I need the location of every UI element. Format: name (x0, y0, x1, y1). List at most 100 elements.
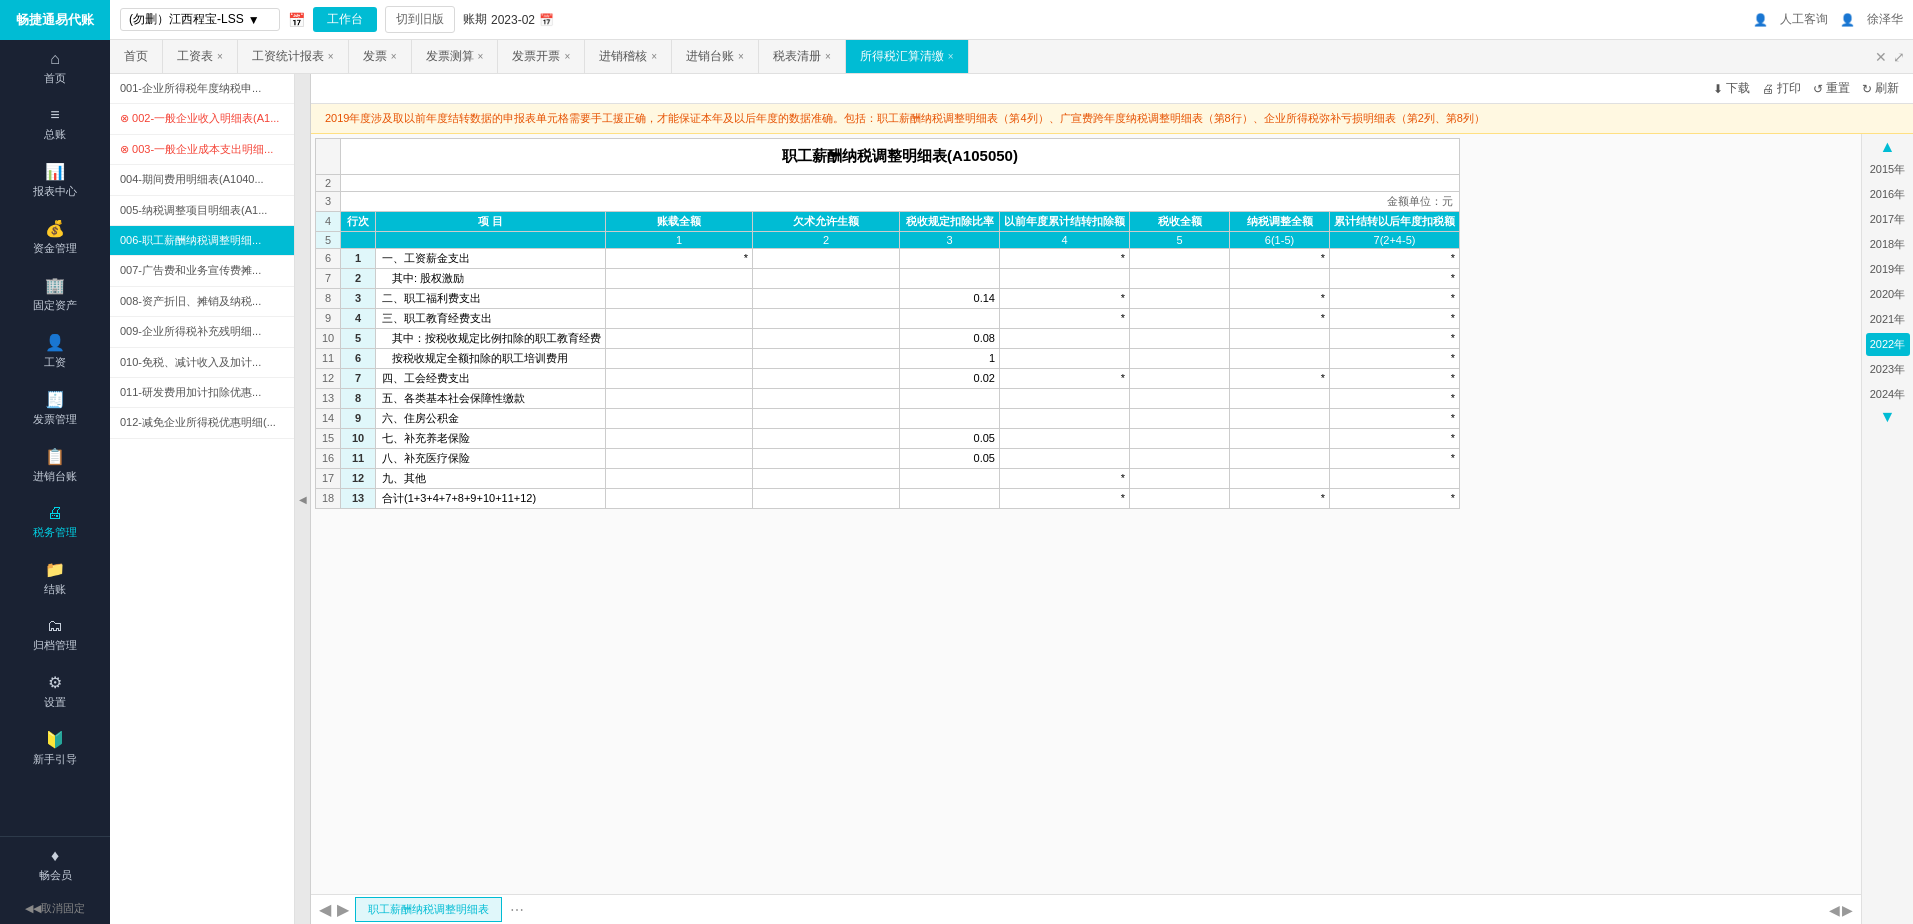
scroll-left-icon[interactable]: ◀ (1829, 902, 1840, 918)
tab-tax-book[interactable]: 税表清册 × (759, 40, 846, 73)
tab-sales-check[interactable]: 进销稽核 × (585, 40, 672, 73)
year-btn-2021[interactable]: 2021年 (1866, 308, 1910, 331)
year-btn-2019[interactable]: 2019年 (1866, 258, 1910, 281)
reset-icon: ↺ (1813, 82, 1823, 96)
tab-payroll[interactable]: 工资表 × (163, 40, 238, 73)
service-label[interactable]: 人工客询 (1780, 11, 1828, 28)
app-logo: 畅捷通易代账 (0, 0, 110, 40)
left-panel-item-006[interactable]: 006-职工薪酬纳税调整明细... (110, 226, 294, 256)
table-row: 17 12 九、其他 * (316, 468, 1460, 488)
sidebar-collapse-btn[interactable]: ◀◀ 取消固定 (0, 893, 110, 924)
tab-payroll-stats[interactable]: 工资统计报表 × (238, 40, 349, 73)
print-button[interactable]: 🖨 打印 (1762, 80, 1801, 97)
old-version-button[interactable]: 切到旧版 (385, 6, 455, 33)
left-panel-item-003[interactable]: 003-一般企业成本支出明细... (110, 135, 294, 165)
reset-button[interactable]: ↺ 重置 (1813, 80, 1850, 97)
sidebar-invoice-label: 发票管理 (33, 412, 77, 427)
left-panel-item-004[interactable]: 004-期间费用明细表(A1040... (110, 165, 294, 195)
left-panel-item-012[interactable]: 012-减免企业所得税优惠明细(... (110, 408, 294, 438)
left-panel-item-007[interactable]: 007-广告费和业务宣传费摊... (110, 256, 294, 286)
sidebar-item-sales[interactable]: 📋 进销台账 (0, 437, 110, 494)
guide-icon: 🔰 (45, 730, 65, 749)
tab-invoice-open[interactable]: 发票开票 × (498, 40, 585, 73)
left-panel-item-009[interactable]: 009-企业所得税补充残明细... (110, 317, 294, 347)
left-panel-item-005[interactable]: 005-纳税调整项目明细表(A1... (110, 196, 294, 226)
year-btn-2022[interactable]: 2022年 (1866, 333, 1910, 356)
close-tab-payroll[interactable]: × (217, 51, 223, 62)
table-row: 9 4 三、职工教育经费支出 * * * (316, 308, 1460, 328)
close-tab-payroll-stats[interactable]: × (328, 51, 334, 62)
bottom-tab-main[interactable]: 职工薪酬纳税调整明细表 (355, 897, 502, 922)
left-panel-item-008[interactable]: 008-资产折旧、摊销及纳税... (110, 287, 294, 317)
tab-invoice[interactable]: 发票 × (349, 40, 412, 73)
table-row: 18 13 合计(1+3+4+7+8+9+10+11+12) * * (316, 488, 1460, 508)
sidebar-item-invoice[interactable]: 🧾 发票管理 (0, 380, 110, 437)
sidebar-item-tax[interactable]: 🖨 税务管理 (0, 494, 110, 550)
sidebar-tax-label: 税务管理 (33, 525, 77, 540)
download-button[interactable]: ⬇ 下载 (1713, 80, 1750, 97)
sidebar-item-guide[interactable]: 🔰 新手引导 (0, 720, 110, 777)
close-tab-sales-check[interactable]: × (651, 51, 657, 62)
table-row: 6 1 一、工资薪金支出 * * * (316, 248, 1460, 268)
sidebar-item-vip[interactable]: ♦ 畅会员 (0, 837, 110, 893)
sidebar-asset-mgmt-label: 资金管理 (33, 241, 77, 256)
topbar-right: 👤 人工客询 👤 徐泽华 (1753, 11, 1903, 28)
sidebar-close-label: 结账 (44, 582, 66, 597)
right-panel: ⬇ 下载 🖨 打印 ↺ 重置 ↻ 刷新 2019年度涉及取以前年度结转数 (311, 74, 1913, 924)
company-selector[interactable]: (勿删）江西程宝-LSS ▼ (120, 8, 280, 31)
year-btn-2017[interactable]: 2017年 (1866, 208, 1910, 231)
close-tab-tax-book[interactable]: × (825, 51, 831, 62)
close-tab-sales-ledger[interactable]: × (738, 51, 744, 62)
sheet-area[interactable]: 职工薪酬纳税调整明细表(A105050) 2 3 金额单位：元 (311, 134, 1861, 895)
close-tab-invoice[interactable]: × (391, 51, 397, 62)
sidebar-item-payroll[interactable]: 👤 工资 (0, 323, 110, 380)
year-btn-2023[interactable]: 2023年 (1866, 358, 1910, 381)
left-panel-item-010[interactable]: 010-免税、减计收入及加计... (110, 348, 294, 378)
scroll-right-icon[interactable]: ▶ (1842, 902, 1853, 918)
left-panel-item-002[interactable]: 002-一般企业收入明细表(A1... (110, 104, 294, 134)
year-nav-up[interactable]: ▲ (1880, 138, 1896, 156)
refresh-button[interactable]: ↻ 刷新 (1862, 80, 1899, 97)
workspace-button[interactable]: 工作台 (313, 7, 377, 32)
year-btn-2018[interactable]: 2018年 (1866, 233, 1910, 256)
tab-income-tax[interactable]: 所得税汇算清缴 × (846, 40, 969, 73)
sidebar-item-home[interactable]: ⌂ 首页 (0, 40, 110, 96)
sidebar-item-ledger[interactable]: ≡ 总账 (0, 96, 110, 152)
tab-home[interactable]: 首页 (110, 40, 163, 73)
year-nav-down[interactable]: ▼ (1880, 408, 1896, 426)
year-btn-2020[interactable]: 2020年 (1866, 283, 1910, 306)
bottom-more-btn[interactable]: ⋯ (510, 902, 524, 918)
year-btn-2024[interactable]: 2024年 (1866, 383, 1910, 406)
left-panel-item-011[interactable]: 011-研发费用加计扣除优惠... (110, 378, 294, 408)
sidebar-item-archive[interactable]: 🗂 归档管理 (0, 607, 110, 663)
panel-collapse-btn[interactable]: ◀ (295, 74, 311, 924)
left-panel-item-001[interactable]: 001-企业所得税年度纳税申... (110, 74, 294, 104)
period-info: 账期 2023-02 📅 (463, 11, 554, 28)
vip-icon: ♦ (51, 847, 59, 865)
maximize-icon[interactable]: ⤢ (1893, 49, 1905, 65)
sidebar-item-settings[interactable]: ⚙ 设置 (0, 663, 110, 720)
year-btn-2015[interactable]: 2015年 (1866, 158, 1910, 181)
year-btn-2016[interactable]: 2016年 (1866, 183, 1910, 206)
collapse-arrow-icon: ◀ (299, 494, 307, 505)
bottom-nav-right[interactable]: ▶ (337, 900, 349, 919)
close-tab-invoice-open[interactable]: × (564, 51, 570, 62)
toolbar: ⬇ 下载 🖨 打印 ↺ 重置 ↻ 刷新 (311, 74, 1913, 104)
left-panel: 001-企业所得税年度纳税申... 002-一般企业收入明细表(A1... 00… (110, 74, 295, 924)
sidebar-item-report[interactable]: 📊 报表中心 (0, 152, 110, 209)
bottom-nav-left[interactable]: ◀ (319, 900, 331, 919)
sidebar-vip-label: 畅会员 (39, 868, 72, 883)
report-icon: 📊 (45, 162, 65, 181)
table-row: 11 6 按税收规定全额扣除的职工培训费用 1 * (316, 348, 1460, 368)
tab-invoice-calc[interactable]: 发票测算 × (412, 40, 499, 73)
tab-sales-ledger[interactable]: 进销台账 × (672, 40, 759, 73)
close-tab-income-tax[interactable]: × (948, 51, 954, 62)
close-all-icon[interactable]: ✕ (1875, 49, 1887, 65)
sidebar-item-fixed-asset[interactable]: 🏢 固定资产 (0, 266, 110, 323)
sidebar-item-close[interactable]: 📁 结账 (0, 550, 110, 607)
close-tab-invoice-calc[interactable]: × (478, 51, 484, 62)
bottom-scroll: ◀ ▶ (1829, 902, 1853, 918)
tax-table: 职工薪酬纳税调整明细表(A105050) 2 3 金额单位：元 (315, 138, 1460, 509)
sidebar-item-asset-mgmt[interactable]: 💰 资金管理 (0, 209, 110, 266)
table-subheader-row: 5 1 2 3 4 5 6(1-5) 7(2+4-5) (316, 231, 1460, 248)
